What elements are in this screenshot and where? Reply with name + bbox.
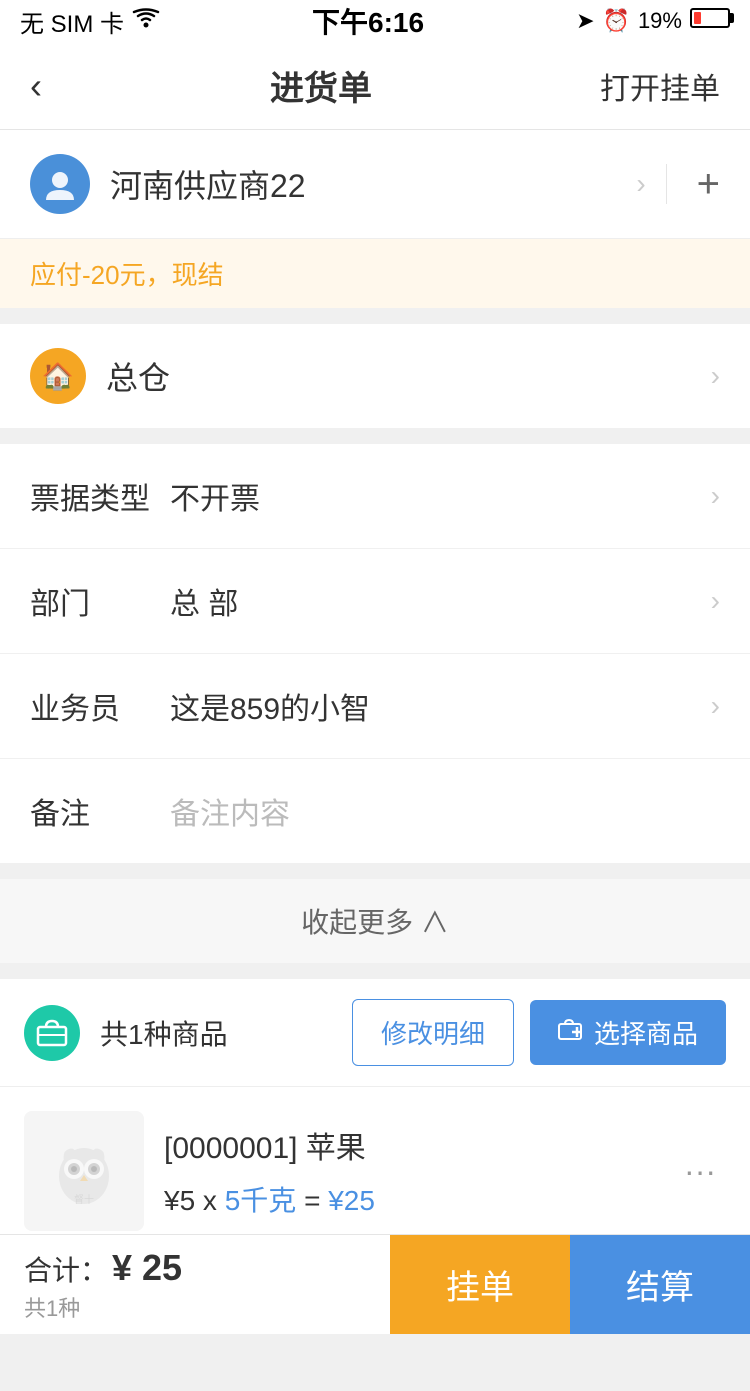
- form-section: 票据类型 不开票 › 部门 总 部 › 业务员 这是859的小智 › 备注 备注…: [0, 444, 750, 863]
- nav-bar: ‹ 进货单 打开挂单: [0, 42, 750, 130]
- select-products-icon: [558, 1017, 586, 1048]
- footer-total-area: 合计： ¥ 25 共1种: [0, 1235, 390, 1334]
- product-more-button[interactable]: ···: [674, 1143, 726, 1200]
- warehouse-chevron-icon: ›: [711, 360, 720, 392]
- status-time: 下午6:16: [312, 1, 424, 41]
- back-button[interactable]: ‹: [30, 65, 42, 107]
- total-amount: ¥ 25: [112, 1247, 182, 1289]
- warehouse-icon: 🏠: [30, 348, 86, 404]
- supplier-row[interactable]: 河南供应商22 › +: [0, 130, 750, 239]
- product-item: 督十 [0000001] 苹果 ¥5 x 5千克 = ¥25 ···: [0, 1087, 750, 1255]
- carrier-text: 无 SIM 卡: [20, 4, 124, 39]
- svg-text:督十: 督十: [74, 1193, 94, 1206]
- equals-sign: =: [304, 1185, 328, 1216]
- quantity-value: 5千克: [225, 1185, 297, 1216]
- collapse-row[interactable]: 收起更多 ∧: [0, 879, 750, 963]
- department-value: 总 部: [170, 579, 711, 623]
- main-content: 河南供应商22 › + 应付-20元，现结 🏠 总仓 › 票据类型 不开票 › …: [0, 130, 750, 1391]
- footer: 合计： ¥ 25 共1种 挂单 结算: [0, 1234, 750, 1334]
- products-header: 共1种商品 修改明细 选择商品: [0, 979, 750, 1087]
- total-sub: 共1种: [24, 1291, 366, 1323]
- settle-button[interactable]: 结算: [570, 1235, 750, 1334]
- salesman-value: 这是859的小智: [170, 684, 711, 728]
- status-right-area: ➤ ⏰ 19%: [576, 8, 730, 34]
- add-supplier-button[interactable]: +: [697, 162, 720, 207]
- department-row[interactable]: 部门 总 部 ›: [0, 549, 750, 654]
- department-chevron-icon: ›: [711, 585, 720, 617]
- product-price: ¥5 x 5千克 = ¥25: [164, 1179, 674, 1219]
- supplier-chevron-icon: ›: [636, 168, 645, 200]
- alarm-icon: ⏰: [603, 8, 630, 34]
- open-pending-button[interactable]: 打开挂单: [600, 64, 720, 108]
- remark-row[interactable]: 备注 备注内容: [0, 759, 750, 863]
- product-thumbnail: 督十: [24, 1111, 144, 1231]
- price-value: ¥5 x: [164, 1185, 225, 1216]
- products-icon: [24, 1005, 80, 1061]
- alert-text: 应付-20元，现结: [30, 260, 224, 290]
- status-carrier-area: 无 SIM 卡: [20, 4, 160, 39]
- product-code: [0000001] 苹果: [164, 1132, 366, 1165]
- warehouse-name: 总仓: [106, 353, 711, 399]
- battery-percent: 19%: [638, 8, 682, 34]
- alert-banner: 应付-20元，现结: [0, 239, 750, 308]
- invoice-type-value: 不开票: [170, 474, 711, 518]
- status-bar: 无 SIM 卡 下午6:16 ➤ ⏰ 19%: [0, 0, 750, 42]
- footer-total-row: 合计： ¥ 25: [24, 1247, 366, 1289]
- department-label: 部门: [30, 579, 170, 623]
- supplier-avatar: [30, 154, 90, 214]
- total-value: ¥25: [328, 1185, 375, 1216]
- location-icon: ➤: [576, 8, 594, 34]
- product-info: [0000001] 苹果 ¥5 x 5千克 = ¥25: [164, 1123, 674, 1219]
- salesman-row[interactable]: 业务员 这是859的小智 ›: [0, 654, 750, 759]
- battery-icon: [690, 8, 730, 34]
- page-title: 进货单: [270, 61, 372, 110]
- divider: [666, 164, 667, 204]
- invoice-type-chevron-icon: ›: [711, 480, 720, 512]
- wifi-icon: [132, 7, 160, 35]
- salesman-chevron-icon: ›: [711, 690, 720, 722]
- product-name: [0000001] 苹果: [164, 1123, 674, 1167]
- collapse-label: 收起更多 ∧: [301, 907, 449, 938]
- invoice-type-row[interactable]: 票据类型 不开票 ›: [0, 444, 750, 549]
- products-count: 共1种商品: [100, 1013, 352, 1053]
- pending-button[interactable]: 挂单: [390, 1235, 570, 1334]
- remark-label: 备注: [30, 789, 170, 833]
- supplier-section: 河南供应商22 › + 应付-20元，现结: [0, 130, 750, 308]
- select-products-label: 选择商品: [594, 1014, 698, 1051]
- total-label: 合计：: [24, 1249, 108, 1289]
- salesman-label: 业务员: [30, 684, 170, 728]
- supplier-name: 河南供应商22: [110, 161, 636, 207]
- remark-input[interactable]: 备注内容: [170, 789, 720, 833]
- edit-details-button[interactable]: 修改明细: [352, 999, 514, 1066]
- select-products-button[interactable]: 选择商品: [530, 1000, 726, 1065]
- warehouse-row[interactable]: 🏠 总仓 ›: [0, 324, 750, 428]
- invoice-type-label: 票据类型: [30, 474, 170, 518]
